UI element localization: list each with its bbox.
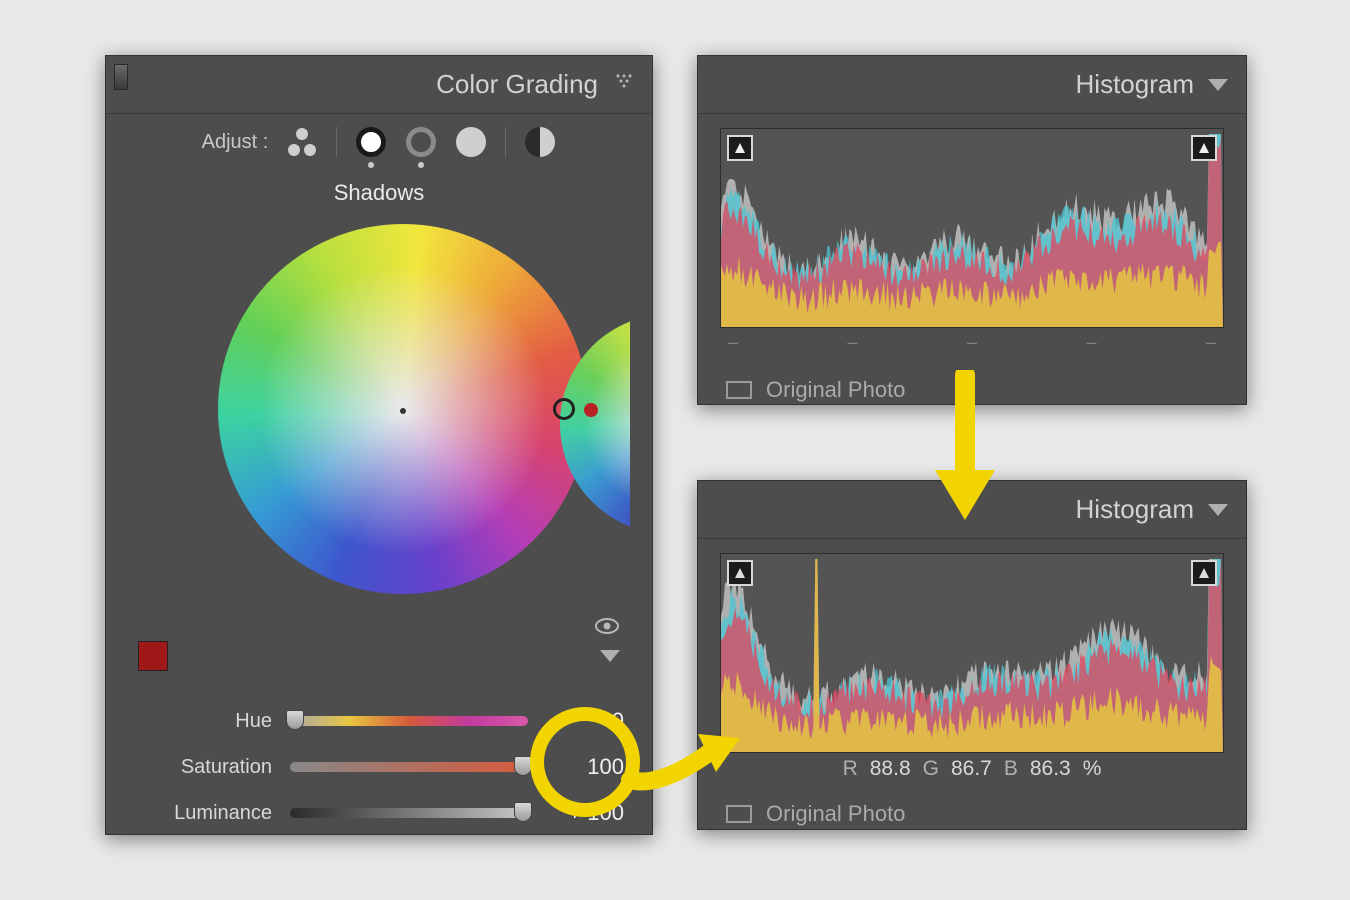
histogram-display[interactable] (720, 128, 1224, 328)
histogram-rgb-readout: R 88.8 G 86.7 B 86.3 % (720, 753, 1224, 781)
luminance-value[interactable]: + 100 (546, 800, 624, 826)
histogram-panel-after: Histogram R 88.8 G 86.7 B 86.3 % Origina… (697, 480, 1247, 830)
original-photo-row[interactable]: Original Photo (720, 357, 1224, 403)
rgb-b-label: B (1004, 757, 1018, 781)
adjust-global-icon[interactable] (524, 126, 556, 158)
luminance-slider-row: Luminance + 100 (154, 790, 624, 836)
filter-icon[interactable] (614, 69, 634, 100)
adjust-mode-row: Adjust : (128, 126, 630, 158)
original-photo-icon (726, 381, 752, 399)
zone-shadows[interactable]: – (847, 332, 857, 353)
rgb-g-value: 86.7 (951, 757, 992, 781)
sliders-collapse-icon[interactable] (600, 650, 620, 662)
saturation-slider[interactable] (290, 762, 528, 772)
color-grading-panel: Color Grading Adjust : Shadows (105, 55, 653, 835)
current-color-swatch[interactable] (138, 641, 168, 671)
original-photo-label: Original Photo (766, 801, 905, 827)
zone-whites[interactable]: – (1206, 332, 1216, 353)
adjust-three-way-icon[interactable] (286, 126, 318, 158)
rgb-g-label: G (923, 757, 939, 781)
shadow-clipping-icon[interactable] (727, 560, 753, 586)
highlight-clipping-icon[interactable] (1191, 560, 1217, 586)
luminance-slider[interactable] (290, 808, 528, 818)
panel-title: Color Grading (436, 69, 598, 100)
original-photo-icon (726, 805, 752, 823)
rgb-b-value: 86.3 (1030, 757, 1071, 781)
panel-header: Color Grading (106, 56, 652, 114)
histogram-zone-row[interactable]: – – – – – (720, 328, 1224, 357)
section-title: Shadows (128, 180, 630, 206)
rgb-r-value: 88.8 (870, 757, 911, 781)
separator (336, 127, 337, 157)
visibility-toggle-icon[interactable] (594, 616, 620, 641)
panel-header: Histogram (698, 56, 1246, 114)
rgb-r-label: R (843, 757, 858, 781)
saturation-label: Saturation (154, 756, 272, 779)
separator (505, 127, 506, 157)
zone-exposure[interactable]: – (967, 332, 977, 353)
luminance-knob[interactable] (514, 802, 532, 822)
adjust-label: Adjust : (202, 131, 269, 154)
panel-drag-handle[interactable] (114, 64, 128, 90)
saturation-knob[interactable] (514, 756, 532, 776)
panel-title: Histogram (1076, 69, 1194, 100)
saturation-slider-row: Saturation 100 (154, 744, 624, 790)
hue-slider-row: Hue 0 (154, 698, 624, 744)
panel-title: Histogram (1076, 494, 1194, 525)
wheel-picker-dot[interactable] (584, 403, 598, 417)
hue-label: Hue (154, 710, 272, 733)
wheel-picker-ring[interactable] (553, 398, 575, 420)
luminance-label: Luminance (154, 802, 272, 825)
zone-blacks[interactable]: – (728, 332, 738, 353)
panel-header: Histogram (698, 481, 1246, 539)
panel-collapse-icon[interactable] (1208, 79, 1228, 91)
highlight-clipping-icon[interactable] (1191, 135, 1217, 161)
hue-knob[interactable] (286, 710, 304, 730)
sliders-group: Hue 0 Saturation 100 Luminance + 100 (154, 698, 624, 836)
adjust-shadows-icon[interactable] (355, 126, 387, 158)
original-photo-label: Original Photo (766, 377, 905, 403)
panel-collapse-icon[interactable] (1208, 504, 1228, 516)
adjust-highlights-icon[interactable] (455, 126, 487, 158)
zone-highlights[interactable]: – (1086, 332, 1096, 353)
histogram-panel-before: Histogram – – – – – Original Photo (697, 55, 1247, 405)
original-photo-row[interactable]: Original Photo (720, 781, 1224, 827)
adjust-midtones-icon[interactable] (405, 126, 437, 158)
histogram-chart (721, 554, 1223, 753)
histogram-chart (721, 129, 1223, 328)
histogram-display[interactable] (720, 553, 1224, 753)
rgb-pct-label: % (1083, 757, 1102, 781)
shadow-clipping-icon[interactable] (727, 135, 753, 161)
hue-value[interactable]: 0 (546, 708, 624, 734)
wheel-center-dot (400, 408, 406, 414)
saturation-value[interactable]: 100 (546, 754, 624, 780)
hue-slider[interactable] (290, 716, 528, 726)
